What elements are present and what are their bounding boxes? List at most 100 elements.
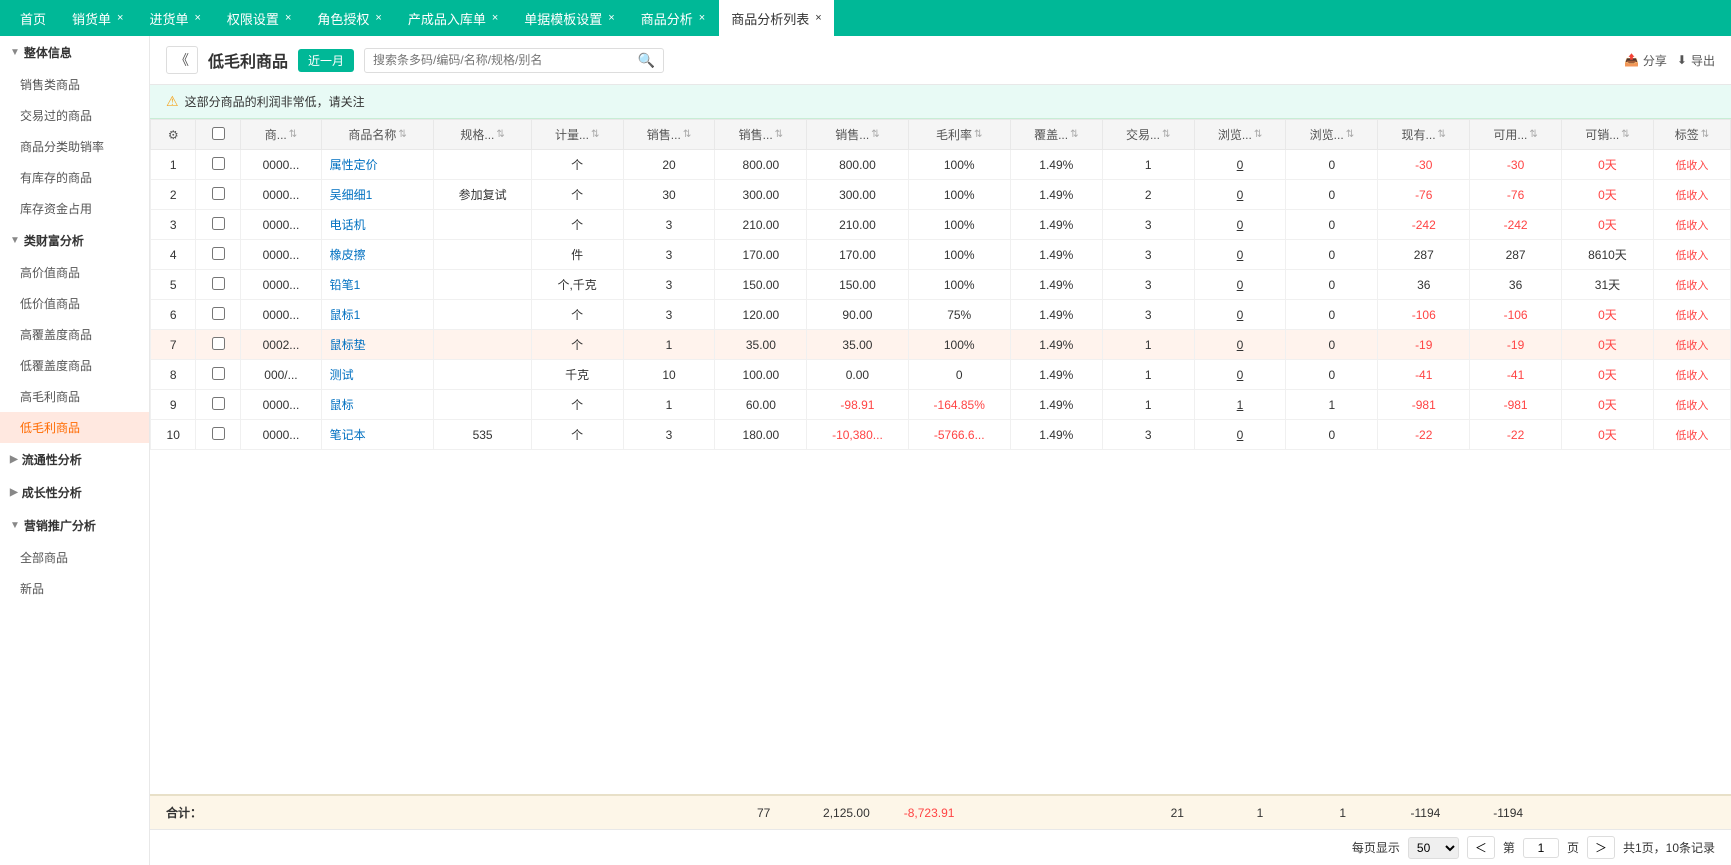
th-settings[interactable]: ⚙ (151, 120, 196, 150)
th-margin-rate[interactable]: 毛利率⇅ (908, 120, 1010, 150)
row-checkbox[interactable] (196, 240, 241, 270)
row-view1[interactable]: 0 (1194, 150, 1286, 180)
per-page-select[interactable]: 50 10 20 100 (1408, 837, 1459, 859)
sidebar-item-sales-products[interactable]: 销售类商品 (0, 69, 149, 100)
sort-qty-icon[interactable]: ⇅ (683, 129, 691, 140)
close-analysis-icon[interactable]: × (699, 12, 705, 24)
sidebar-item-high-margin[interactable]: 高毛利商品 (0, 381, 149, 412)
close-product-icon[interactable]: × (492, 12, 498, 24)
row-select-checkbox[interactable] (212, 367, 225, 380)
search-icon[interactable]: 🔍 (638, 52, 655, 69)
sort-unit-icon[interactable]: ⇅ (591, 129, 599, 140)
row-name[interactable]: 笔记本 (321, 420, 434, 450)
sidebar-section-wealth[interactable]: ▼ 类财富分析 (0, 224, 149, 257)
row-checkbox[interactable] (196, 390, 241, 420)
sort-trade-icon[interactable]: ⇅ (1162, 129, 1170, 140)
row-checkbox[interactable] (196, 270, 241, 300)
row-checkbox[interactable] (196, 300, 241, 330)
row-view1[interactable]: 0 (1194, 240, 1286, 270)
nav-product-analysis-list[interactable]: 商品分析列表 × (719, 0, 833, 36)
sidebar-section-growth[interactable]: ▶ 成长性分析 (0, 476, 149, 509)
th-sales-amount[interactable]: 销售...⇅ (715, 120, 807, 150)
sidebar-section-marketing[interactable]: ▼ 营销推广分析 (0, 509, 149, 542)
sort-amount-icon[interactable]: ⇅ (775, 129, 783, 140)
sidebar-item-all-products[interactable]: 全部商品 (0, 542, 149, 573)
close-analysis-list-icon[interactable]: × (815, 12, 821, 24)
sidebar-section-overview[interactable]: ▼ 整体信息 (0, 36, 149, 69)
row-view1[interactable]: 0 (1194, 420, 1286, 450)
sort-days-icon[interactable]: ⇅ (1621, 129, 1629, 140)
row-select-checkbox[interactable] (212, 217, 225, 230)
close-purchase-icon[interactable]: × (194, 12, 200, 24)
next-page-button[interactable]: ＞ (1587, 836, 1615, 859)
sort-margin-icon[interactable]: ⇅ (974, 129, 982, 140)
th-view2[interactable]: 浏览...⇅ (1286, 120, 1378, 150)
close-template-icon[interactable]: × (608, 12, 614, 24)
th-trade-count[interactable]: 交易...⇅ (1102, 120, 1194, 150)
nav-sales-order[interactable]: 销货单 × (60, 0, 135, 36)
share-button[interactable]: 📤 分享 (1624, 52, 1667, 69)
th-sales-qty[interactable]: 销售...⇅ (623, 120, 715, 150)
th-unit[interactable]: 计量...⇅ (531, 120, 623, 150)
sort-view1-icon[interactable]: ⇅ (1254, 129, 1262, 140)
sort-spec-icon[interactable]: ⇅ (496, 129, 504, 140)
row-checkbox[interactable] (196, 150, 241, 180)
sidebar-item-new-products[interactable]: 新品 (0, 573, 149, 604)
row-checkbox[interactable] (196, 360, 241, 390)
row-select-checkbox[interactable] (212, 187, 225, 200)
row-view1[interactable]: 0 (1194, 270, 1286, 300)
nav-permission-settings[interactable]: 权限设置 × (215, 0, 303, 36)
th-code[interactable]: 商...⇅ (241, 120, 321, 150)
th-sales-profit[interactable]: 销售...⇅ (807, 120, 908, 150)
row-view1[interactable]: 1 (1194, 390, 1286, 420)
sidebar-item-stock-products[interactable]: 有库存的商品 (0, 162, 149, 193)
collapse-sidebar-button[interactable]: 《 (166, 46, 198, 74)
close-permission-icon[interactable]: × (285, 12, 291, 24)
th-view1[interactable]: 浏览...⇅ (1194, 120, 1286, 150)
row-select-checkbox[interactable] (212, 157, 225, 170)
sort-avail-icon[interactable]: ⇅ (1529, 129, 1537, 140)
th-checkbox[interactable] (196, 120, 241, 150)
row-checkbox[interactable] (196, 420, 241, 450)
nav-role-auth[interactable]: 角色授权 × (305, 0, 393, 36)
row-select-checkbox[interactable] (212, 247, 225, 260)
row-name[interactable]: 属性定价 (321, 150, 434, 180)
search-input[interactable] (373, 53, 638, 67)
nav-purchase-order[interactable]: 进货单 × (137, 0, 212, 36)
th-current-stock[interactable]: 现有...⇅ (1378, 120, 1470, 150)
export-button[interactable]: ⬇ 导出 (1677, 52, 1715, 69)
close-sales-order-icon[interactable]: × (117, 12, 123, 24)
th-coverage[interactable]: 覆盖...⇅ (1010, 120, 1102, 150)
sort-stock-icon[interactable]: ⇅ (1438, 129, 1446, 140)
sidebar-item-high-value[interactable]: 高价值商品 (0, 257, 149, 288)
nav-product-entry[interactable]: 产成品入库单 × (396, 0, 510, 36)
settings-icon[interactable]: ⚙ (168, 128, 179, 142)
nav-template-settings[interactable]: 单据模板设置 × (512, 0, 626, 36)
sidebar-item-low-coverage[interactable]: 低覆盖度商品 (0, 350, 149, 381)
sort-name-icon[interactable]: ⇅ (398, 129, 406, 140)
th-tag[interactable]: 标签⇅ (1653, 120, 1730, 150)
sidebar-item-low-value[interactable]: 低价值商品 (0, 288, 149, 319)
sidebar-item-low-margin[interactable]: 低毛利商品 (0, 412, 149, 443)
row-view1[interactable]: 0 (1194, 300, 1286, 330)
sort-tag-icon[interactable]: ⇅ (1701, 129, 1709, 140)
current-page-input[interactable] (1523, 838, 1559, 858)
date-filter-button[interactable]: 近一月 (298, 49, 354, 72)
row-checkbox[interactable] (196, 210, 241, 240)
row-view1[interactable]: 0 (1194, 180, 1286, 210)
sidebar-item-stock-capital[interactable]: 库存资金占用 (0, 193, 149, 224)
nav-home[interactable]: 首页 (8, 0, 58, 36)
sidebar-item-high-coverage[interactable]: 高覆盖度商品 (0, 319, 149, 350)
nav-product-analysis[interactable]: 商品分析 × (629, 0, 717, 36)
sort-view2-icon[interactable]: ⇅ (1346, 129, 1354, 140)
th-sellable-days[interactable]: 可销...⇅ (1562, 120, 1654, 150)
select-all-checkbox[interactable] (212, 127, 225, 140)
sidebar-item-category-rate[interactable]: 商品分类助销率 (0, 131, 149, 162)
row-name[interactable]: 鼠标垫 (321, 330, 434, 360)
row-checkbox[interactable] (196, 330, 241, 360)
row-view1[interactable]: 0 (1194, 330, 1286, 360)
sidebar-item-traded-products[interactable]: 交易过的商品 (0, 100, 149, 131)
row-view1[interactable]: 0 (1194, 360, 1286, 390)
row-name[interactable]: 铅笔1 (321, 270, 434, 300)
sort-coverage-icon[interactable]: ⇅ (1070, 129, 1078, 140)
